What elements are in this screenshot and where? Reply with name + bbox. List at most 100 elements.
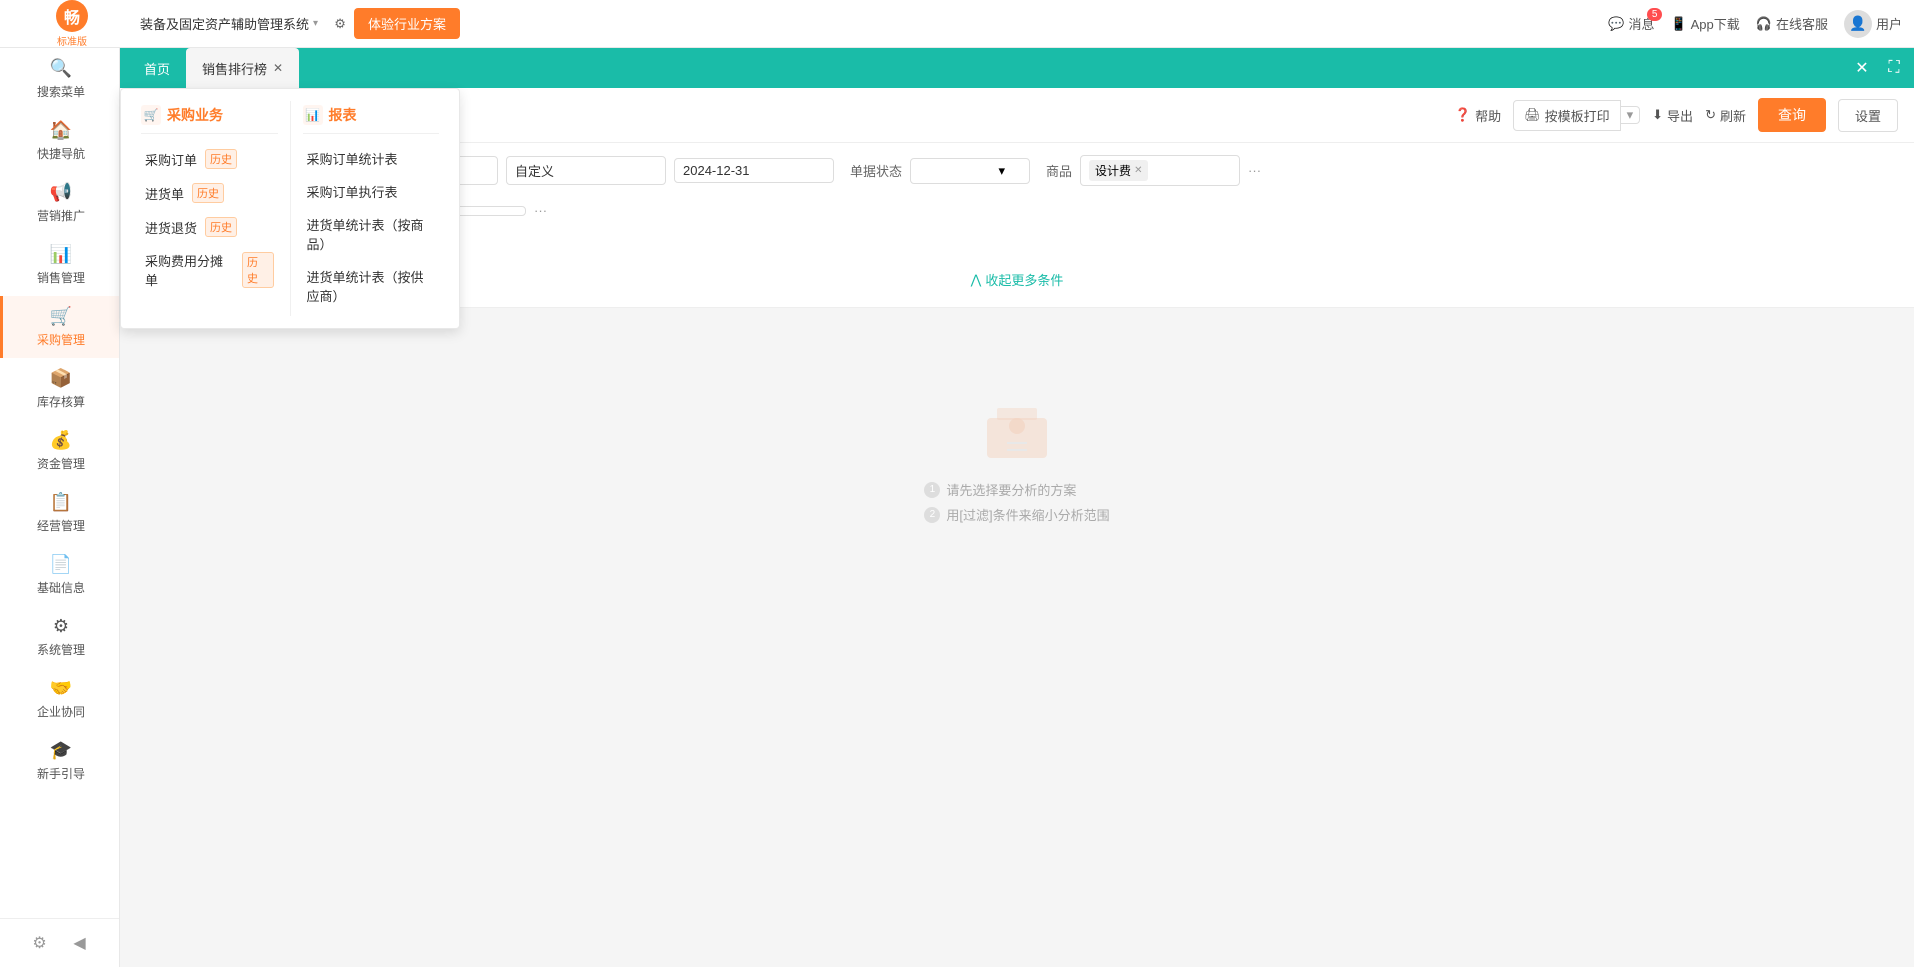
sidebar-item-system[interactable]: ⚙ 系统管理 [0,606,119,668]
print-btn-group: 🖨 按模板打印 ▾ [1513,100,1640,131]
tab-expand-icon[interactable]: ⛶ [1882,56,1906,80]
sidebar-item-marketing[interactable]: 📢 营销推广 [0,172,119,234]
sidebar-item-quick-nav-label: 快捷导航 [37,145,85,162]
empty-tips: 1 请先选择要分析的方案 2 用[过滤]条件来缩小分析范围 [924,480,1109,524]
goods-select[interactable]: 设计费 ✕ [1080,155,1240,186]
handshake-icon: 🤝 [50,678,72,699]
settings-icon-btn[interactable]: ⚙ [326,10,354,38]
chevron-down-voucher: ▾ [999,163,1006,179]
history-badge-2: 历史 [192,183,224,203]
empty-tip-2: 2 用[过滤]条件来缩小分析范围 [924,505,1109,524]
chart-icon: 📊 [50,244,72,265]
print-dropdown-arrow[interactable]: ▾ [1621,106,1641,124]
sidebar-item-marketing-label: 营销推广 [37,207,85,224]
query-button[interactable]: 查询 [1758,98,1826,132]
purchase-col-icon: 🛒 [141,105,161,125]
empty-state: 1 请先选择要分析的方案 2 用[过滤]条件来缩小分析范围 [120,308,1914,604]
app-download-btn[interactable]: 📱 App下载 [1670,14,1739,33]
goods-tag: 设计费 ✕ [1089,160,1148,181]
history-badge-1: 历史 [205,149,237,169]
menu-item-goods-stats-by-supplier[interactable]: 进货单统计表（按供应商） [303,260,440,312]
sidebar-item-purchase[interactable]: 🛒 采购管理 [0,296,119,358]
tip-num-2: 2 [924,507,940,523]
report-col-header: 📊 报表 [303,105,440,134]
sidebar-item-enterprise-label: 企业协同 [37,703,85,720]
messages-btn[interactable]: 💬 消息 5 [1608,14,1654,33]
top-header: 畅 标准版 装备及固定资产辅助管理系统 ▾ ⚙ 体验行业方案 💬 消息 5 📱 … [0,0,1914,48]
megaphone-icon: 📢 [50,182,72,203]
menu-item-po-stats[interactable]: 采购订单统计表 [303,142,440,175]
app-download-label: App下载 [1691,14,1740,33]
goods-ellipsis[interactable]: ··· [1248,163,1261,178]
tab-close-all-icon[interactable]: ✕ [1850,56,1874,80]
menu-item-purchase-order-label: 采购订单 [145,150,197,169]
col-divider [290,101,291,316]
sidebar-item-enterprise[interactable]: 🤝 企业协同 [0,668,119,730]
logo-subtitle: 标准版 [57,33,87,48]
sidebar-item-operations[interactable]: 📋 经营管理 [0,482,119,544]
tab-close-icon[interactable]: ✕ [273,61,283,75]
menu-item-purchase-expense-label: 采购费用分摊单 [145,251,234,289]
date-custom-btn[interactable]: 自定义 [506,156,666,185]
menu-item-goods-stats-by-item[interactable]: 进货单统计表（按商品） [303,208,440,260]
sidebar-collapse-btn[interactable]: ◀ [64,927,96,959]
tab-home-label: 首页 [144,59,170,78]
sidebar-item-search[interactable]: 🔍 搜索菜单 [0,48,119,110]
export-label: 导出 [1667,106,1693,125]
message-icon: 💬 [1608,16,1624,32]
empty-tip-1: 1 请先选择要分析的方案 [924,480,1109,499]
goods-tag-close[interactable]: ✕ [1134,165,1142,176]
sidebar-item-basic[interactable]: 📄 基础信息 [0,544,119,606]
chevron-down-icon: ▾ [313,18,318,29]
sidebar-item-quick-nav[interactable]: 🏠 快捷导航 [0,110,119,172]
tab-home[interactable]: 首页 [128,48,186,88]
content-area: 首页 销售排行榜 ✕ ✕ ⛶ ❓ 帮助 🖨 [120,48,1914,967]
sidebar-item-system-label: 系统管理 [37,641,85,658]
sidebar-item-finance[interactable]: 💰 资金管理 [0,420,119,482]
tab-sales-rank-label: 销售排行榜 [202,59,267,78]
empty-illustration [977,388,1057,468]
sidebar-item-operations-label: 经营管理 [37,517,85,534]
goods-tag-text: 设计费 [1095,162,1131,179]
help-btn[interactable]: ❓ 帮助 [1455,106,1501,125]
sidebar-item-inventory-label: 库存核算 [37,393,85,410]
trial-button[interactable]: 体验行业方案 [354,8,460,39]
sidebar-item-inventory[interactable]: 📦 库存核算 [0,358,119,420]
print-btn[interactable]: 🖨 按模板打印 [1513,100,1621,131]
export-btn[interactable]: ⬇ 导出 [1652,106,1693,125]
refresh-btn[interactable]: ↻ 刷新 [1705,106,1746,125]
file-icon: 📄 [50,554,72,575]
voucher-status-select[interactable]: ▾ [910,158,1030,184]
staff-ellipsis[interactable]: ··· [534,203,547,218]
menu-item-purchase-order[interactable]: 采购订单 历史 [141,142,278,176]
sidebar-settings-btn[interactable]: ⚙ [24,927,56,959]
sidebar-item-sales[interactable]: 📊 销售管理 [0,234,119,296]
menu-item-po-stats-label: 采购订单统计表 [307,149,398,168]
purchase-col-header-text: 采购业务 [167,105,223,125]
user-btn[interactable]: 👤 用户 [1844,10,1902,38]
sidebar-item-basic-label: 基础信息 [37,579,85,596]
logo-area: 畅 标准版 [12,0,132,48]
graduation-icon: 🎓 [50,740,72,761]
date-input[interactable]: 2024-12-31 [674,158,834,183]
mobile-icon: 📱 [1670,16,1686,32]
sidebar-item-search-label: 搜索菜单 [37,83,85,100]
sidebar-item-sales-label: 销售管理 [37,269,85,286]
date-value: 2024-12-31 [683,163,750,178]
refresh-icon: ↻ [1705,107,1716,123]
filter-item-goods: 商品 设计费 ✕ ··· [1046,155,1261,186]
online-service-btn[interactable]: 🎧 在线客服 [1756,14,1828,33]
set-button[interactable]: 设置 [1838,99,1898,132]
system-title-dropdown[interactable]: 装备及固定资产辅助管理系统 ▾ [140,14,318,33]
menu-item-goods-return[interactable]: 进货退货 历史 [141,210,278,244]
menu-item-goods-receipt[interactable]: 进货单 历史 [141,176,278,210]
sidebar-item-newbie[interactable]: 🎓 新手引导 [0,730,119,792]
sidebar-bottom: ⚙ ◀ [0,918,119,967]
menu-item-po-exec-label: 采购订单执行表 [307,182,398,201]
menu-item-po-exec[interactable]: 采购订单执行表 [303,175,440,208]
home-icon: 🏠 [50,120,72,141]
online-service-label: 在线客服 [1776,14,1828,33]
tab-sales-rank[interactable]: 销售排行榜 ✕ [186,48,299,88]
menu-item-purchase-expense[interactable]: 采购费用分摊单 历史 [141,244,278,296]
menu-item-goods-return-label: 进货退货 [145,218,197,237]
